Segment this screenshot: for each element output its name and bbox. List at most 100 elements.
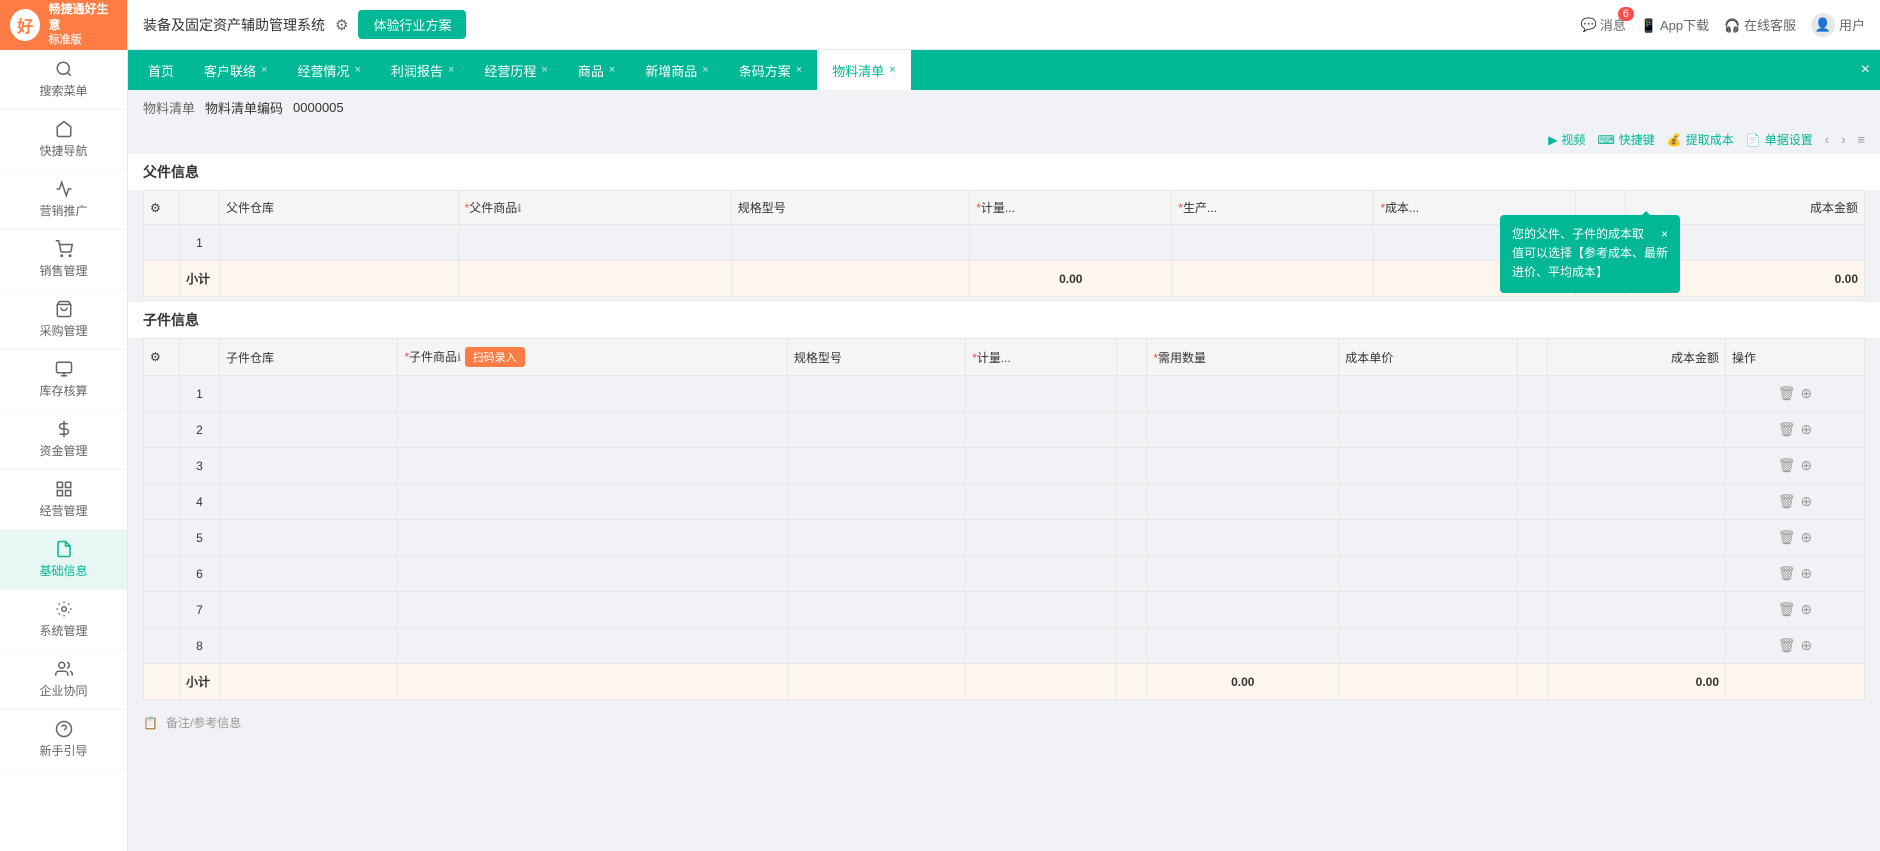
child-row6-spec[interactable] — [787, 556, 965, 592]
child-row7-spec[interactable] — [787, 592, 965, 628]
child-row2-qty[interactable] — [966, 412, 1117, 448]
video-btn[interactable]: ▶ 视频 — [1548, 131, 1585, 148]
sidebar-item-enterprise[interactable]: 企业协同 — [0, 650, 127, 710]
parent-row1-warehouse[interactable] — [220, 225, 459, 261]
child-row5-spec[interactable] — [787, 520, 965, 556]
tooltip-close-btn[interactable]: × — [1661, 225, 1668, 244]
child-row1-unit-cost[interactable] — [1339, 376, 1517, 412]
child-row1-product[interactable] — [398, 376, 787, 412]
child-row5-warehouse[interactable] — [220, 520, 398, 556]
child-row2-req-qty[interactable] — [1147, 412, 1339, 448]
breadcrumb-item1[interactable]: 物料清单 — [143, 98, 195, 117]
sidebar-item-sales[interactable]: 销售管理 — [0, 230, 127, 290]
child-row8-product[interactable] — [398, 628, 787, 664]
sidebar-item-purchase[interactable]: 采购管理 — [0, 290, 127, 350]
tab-barcode[interactable]: 条码方案 × — [724, 50, 817, 90]
tab-barcode-close[interactable]: × — [796, 64, 802, 76]
tab-home[interactable]: 首页 — [133, 50, 189, 90]
child-row2-spec[interactable] — [787, 412, 965, 448]
tab-new-product[interactable]: 新增商品 × — [630, 50, 723, 90]
close-all-icon[interactable]: × — [1861, 61, 1870, 78]
settings-gear-icon[interactable]: ⚙ — [335, 16, 348, 34]
sidebar-item-basic-info[interactable]: 基础信息 — [0, 530, 127, 590]
tab-bom-close[interactable]: × — [889, 64, 895, 76]
copy-icon-7[interactable]: ⊕ — [1801, 601, 1813, 618]
sidebar-item-quicknav[interactable]: 快捷导航 — [0, 110, 127, 170]
child-row8-unit-cost[interactable] — [1339, 628, 1517, 664]
copy-icon-3[interactable]: ⊕ — [1801, 457, 1813, 474]
delete-icon-7[interactable]: 🗑 — [1778, 601, 1796, 618]
child-row7-product[interactable] — [398, 592, 787, 628]
child-row8-qty[interactable] — [966, 628, 1117, 664]
tab-bom[interactable]: 物料清单 × — [817, 50, 910, 90]
delete-icon-8[interactable]: 🗑 — [1778, 637, 1796, 654]
child-row1-req-qty[interactable] — [1147, 376, 1339, 412]
child-row5-unit-cost[interactable] — [1339, 520, 1517, 556]
copy-icon-2[interactable]: ⊕ — [1801, 421, 1813, 438]
copy-icon-5[interactable]: ⊕ — [1801, 529, 1813, 546]
tab-customer[interactable]: 客户联络 × — [189, 50, 282, 90]
delete-icon-2[interactable]: 🗑 — [1778, 421, 1796, 438]
parent-row1-qty[interactable] — [970, 225, 1172, 261]
delete-icon-3[interactable]: 🗑 — [1778, 457, 1796, 474]
sidebar-item-system[interactable]: 系统管理 — [0, 590, 127, 650]
delete-icon-5[interactable]: 🗑 — [1778, 529, 1796, 546]
copy-icon[interactable]: ⊕ — [1801, 385, 1813, 402]
nav-prev-icon[interactable]: ‹ — [1825, 132, 1829, 147]
copy-icon-4[interactable]: ⊕ — [1801, 493, 1813, 510]
child-row8-spec[interactable] — [787, 628, 965, 664]
child-row1-spec[interactable] — [787, 376, 965, 412]
tab-close-all[interactable]: × — [1861, 61, 1880, 79]
delete-icon-6[interactable]: 🗑 — [1778, 565, 1796, 582]
child-row6-qty[interactable] — [966, 556, 1117, 592]
tab-customer-close[interactable]: × — [261, 64, 267, 76]
child-row3-warehouse[interactable] — [220, 448, 398, 484]
copy-icon-6[interactable]: ⊕ — [1801, 565, 1813, 582]
child-row8-req-qty[interactable] — [1147, 628, 1339, 664]
parent-row1-product[interactable] — [458, 225, 731, 261]
child-row4-spec[interactable] — [787, 484, 965, 520]
child-row3-unit-cost[interactable] — [1339, 448, 1517, 484]
tab-history[interactable]: 经营历程 × — [469, 50, 562, 90]
child-row8-warehouse[interactable] — [220, 628, 398, 664]
child-row7-req-qty[interactable] — [1147, 592, 1339, 628]
settings-btn[interactable]: 📄 单据设置 — [1746, 131, 1813, 148]
tab-profit[interactable]: 利润报告 × — [376, 50, 469, 90]
grid-view-icon[interactable]: ≡ — [1857, 132, 1865, 147]
child-row6-product[interactable] — [398, 556, 787, 592]
sidebar-item-guide[interactable]: 新手引导 — [0, 710, 127, 770]
child-row3-product[interactable] — [398, 448, 787, 484]
child-col-settings[interactable]: ⚙ — [144, 339, 180, 376]
tab-product[interactable]: 商品 × — [563, 50, 630, 90]
parent-row1-spec[interactable] — [731, 225, 970, 261]
child-row3-req-qty[interactable] — [1147, 448, 1339, 484]
child-row6-req-qty[interactable] — [1147, 556, 1339, 592]
child-row5-qty[interactable] — [966, 520, 1117, 556]
sidebar-item-search[interactable]: 搜索菜单 — [0, 50, 127, 110]
tab-product-close[interactable]: × — [609, 64, 615, 76]
message-notification[interactable]: 💬 消息 6 — [1581, 15, 1626, 34]
child-row4-warehouse[interactable] — [220, 484, 398, 520]
child-row7-unit-cost[interactable] — [1339, 592, 1517, 628]
copy-icon-8[interactable]: ⊕ — [1801, 637, 1813, 654]
child-row4-req-qty[interactable] — [1147, 484, 1339, 520]
child-row2-product[interactable] — [398, 412, 787, 448]
sidebar-item-finance[interactable]: 资金管理 — [0, 410, 127, 470]
shortcut-btn[interactable]: ⌨ 快捷键 — [1597, 131, 1654, 148]
tab-operations-close[interactable]: × — [354, 64, 360, 76]
online-service[interactable]: 🎧 在线客服 — [1724, 15, 1796, 34]
nav-next-icon[interactable]: › — [1841, 132, 1845, 147]
sidebar-item-marketing[interactable]: 营销推广 — [0, 170, 127, 230]
user-menu[interactable]: 👤 用户 — [1811, 13, 1865, 37]
tab-operations[interactable]: 经营情况 × — [282, 50, 375, 90]
child-row2-unit-cost[interactable] — [1339, 412, 1517, 448]
tab-profit-close[interactable]: × — [448, 64, 454, 76]
parent-row1-production[interactable] — [1172, 225, 1374, 261]
child-row3-spec[interactable] — [787, 448, 965, 484]
experience-btn[interactable]: 体验行业方案 — [358, 10, 466, 39]
delete-icon[interactable]: 🗑 — [1778, 385, 1796, 402]
parent-col-settings[interactable]: ⚙ — [144, 191, 180, 225]
child-row4-qty[interactable] — [966, 484, 1117, 520]
child-row2-warehouse[interactable] — [220, 412, 398, 448]
scan-btn[interactable]: 扫码录入 — [465, 347, 525, 367]
